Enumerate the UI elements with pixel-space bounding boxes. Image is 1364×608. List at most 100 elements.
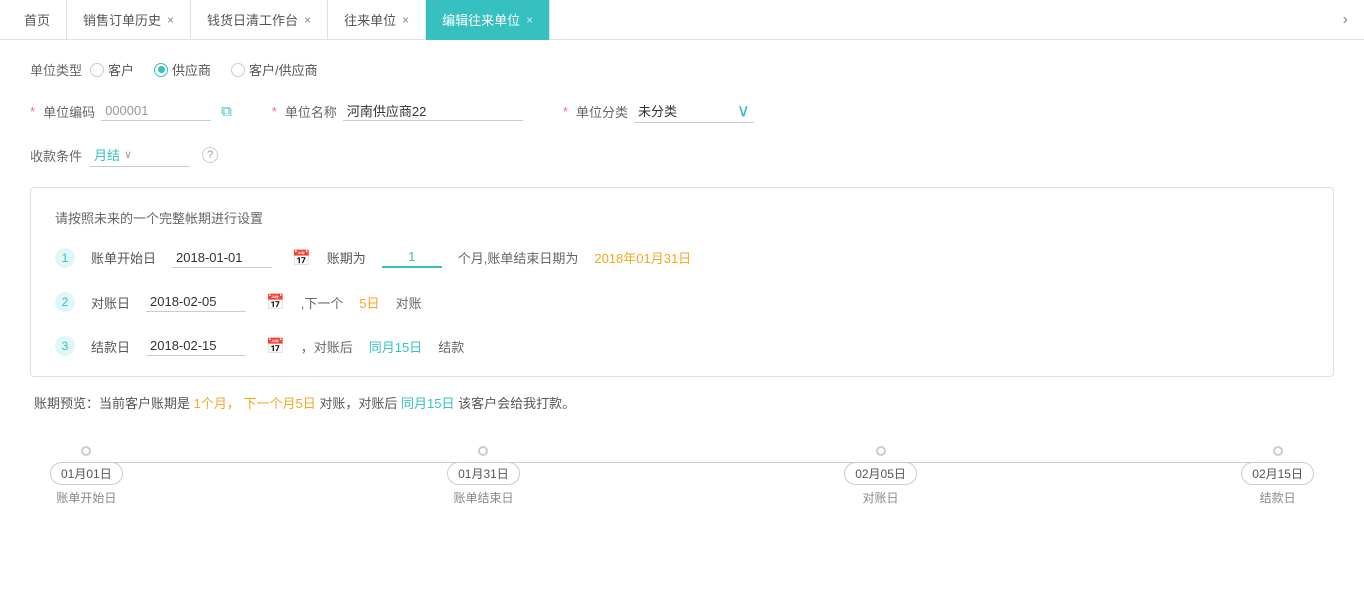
step-2-suffix3: 对账 [396, 293, 422, 312]
tab-cashflow[interactable]: 钱货日清工作台 × [191, 0, 328, 40]
tl-label-3: 对账日 [863, 489, 899, 506]
tab-home[interactable]: 首页 [8, 0, 67, 40]
payment-select[interactable]: 月结 ∨ [90, 143, 190, 167]
code-input[interactable] [101, 101, 211, 121]
timeline-point-1: 01月01日 账单开始日 [50, 446, 123, 506]
timeline-point-2: 01月31日 账单结束日 [447, 446, 520, 506]
step-1-period-input[interactable] [382, 247, 442, 268]
main-content: 单位类型 客户 供应商 客户/供应商 * 单位编码 ⧉ * 单位名称 [0, 40, 1364, 608]
step-3-suffix3: 结款 [438, 337, 464, 356]
tab-cashflow-label: 钱货日清工作台 [207, 10, 298, 29]
code-copy-icon[interactable]: ⧉ [221, 103, 232, 120]
tab-sales-order[interactable]: 销售订单历史 × [67, 0, 191, 40]
step-1-date-input[interactable] [172, 248, 272, 268]
radio-circle-supplier [154, 63, 168, 77]
payment-caret-icon: ∨ [124, 148, 132, 161]
tab-edit-partner[interactable]: 编辑往来单位 × [426, 0, 550, 40]
step-3-date-input[interactable] [146, 336, 246, 356]
tab-partner[interactable]: 往来单位 × [328, 0, 426, 40]
tl-label-1: 账单开始日 [56, 489, 116, 506]
close-partner[interactable]: × [402, 13, 409, 27]
step-num-2: 2 [55, 292, 75, 312]
step-1-period-label: 账期为 [327, 248, 366, 267]
name-required-star: * [272, 104, 277, 119]
radio-customer-label: 客户 [108, 60, 134, 79]
category-caret-icon: ∨ [737, 100, 750, 121]
name-input[interactable] [343, 101, 523, 121]
category-label: 单位分类 [576, 102, 628, 121]
unit-type-row: 单位类型 客户 供应商 客户/供应商 [30, 60, 1334, 79]
close-edit-partner[interactable]: × [526, 13, 533, 27]
tl-badge-1: 01月01日 [50, 462, 123, 485]
preview-part3: 同月15日 [401, 396, 454, 411]
tl-label-2: 账单结束日 [453, 489, 513, 506]
step-row-3: 3 结款日 📅 ，对账后 同月15日 结款 [55, 336, 1309, 356]
step-2-suffix1: ,下一个 [301, 293, 344, 312]
radio-both[interactable]: 客户/供应商 [231, 60, 318, 79]
tl-badge-4: 02月15日 [1241, 462, 1314, 485]
radio-circle-both [231, 63, 245, 77]
payment-value: 月结 [94, 145, 120, 164]
name-group: * 单位名称 [272, 101, 523, 121]
tl-badge-3: 02月05日 [844, 462, 917, 485]
code-name-category-row: * 单位编码 ⧉ * 单位名称 * 单位分类 未分类 ∨ [30, 99, 1334, 123]
timeline-point-3: 02月05日 对账日 [844, 446, 917, 506]
timeline-container: 01月01日 账单开始日 01月31日 账单结束日 02月05日 对账日 02月… [30, 436, 1334, 536]
code-required-star: * [30, 104, 35, 119]
close-cashflow[interactable]: × [304, 13, 311, 27]
preview-end: 该客户会给我打款。 [458, 396, 575, 411]
step-row-2: 2 对账日 📅 ,下一个 5日 对账 [55, 292, 1309, 312]
step-2-label: 对账日 [91, 293, 130, 312]
preview-mid: 对账，对账后 [319, 396, 397, 411]
step-1-suffix: 个月,账单结束日期为 [458, 248, 579, 267]
tabs-more-button[interactable]: › [1335, 11, 1356, 29]
tl-dot-2 [478, 446, 488, 456]
timeline-point-4: 02月15日 结款日 [1241, 446, 1314, 506]
close-sales-order[interactable]: × [167, 13, 174, 27]
step-row-1: 1 账单开始日 📅 账期为 个月,账单结束日期为 2018年01月31日 [55, 247, 1309, 268]
step-2-suffix2: 5日 [359, 293, 379, 312]
preview-part2: 下一个月5日 [244, 396, 316, 411]
tab-sales-order-label: 销售订单历史 [83, 10, 161, 29]
code-label: 单位编码 [43, 102, 95, 121]
tab-home-label: 首页 [24, 10, 50, 29]
payment-label: 收款条件 [30, 146, 82, 165]
preview-part1: 1个月， [194, 396, 240, 411]
payment-help-icon[interactable]: ? [202, 147, 218, 163]
radio-both-label: 客户/供应商 [249, 60, 318, 79]
name-label: 单位名称 [285, 102, 337, 121]
unit-type-label: 单位类型 [30, 60, 82, 79]
category-select[interactable]: 未分类 ∨ [634, 99, 754, 123]
step-num-1: 1 [55, 248, 75, 268]
timeline-line [60, 462, 1304, 463]
step-1-calendar-icon[interactable]: 📅 [292, 249, 311, 267]
tl-dot-4 [1273, 446, 1283, 456]
radio-supplier[interactable]: 供应商 [154, 60, 211, 79]
radio-supplier-label: 供应商 [172, 60, 211, 79]
radio-customer[interactable]: 客户 [90, 60, 134, 79]
step-1-end-date: 2018年01月31日 [594, 248, 691, 267]
category-required-star: * [563, 104, 568, 119]
radio-circle-customer [90, 63, 104, 77]
tl-dot-1 [81, 446, 91, 456]
timeline: 01月01日 账单开始日 01月31日 账单结束日 02月05日 对账日 02月… [50, 446, 1314, 506]
tab-edit-partner-label: 编辑往来单位 [442, 10, 520, 29]
payment-row: 收款条件 月结 ∨ ? [30, 143, 1334, 167]
step-3-suffix2: 同月15日 [369, 337, 422, 356]
tl-label-4: 结款日 [1260, 489, 1296, 506]
code-group: * 单位编码 ⧉ [30, 101, 232, 121]
step-2-calendar-icon[interactable]: 📅 [266, 293, 285, 311]
preview-text-row: 账期预览：当前客户账期是 1个月， 下一个月5日 对账，对账后 同月15日 该客… [30, 393, 1334, 412]
unit-type-radio-group: 客户 供应商 客户/供应商 [90, 60, 318, 79]
step-num-3: 3 [55, 336, 75, 356]
tl-dot-3 [876, 446, 886, 456]
step-3-calendar-icon[interactable]: 📅 [266, 337, 285, 355]
tab-partner-label: 往来单位 [344, 10, 396, 29]
step-2-date-input[interactable] [146, 292, 246, 312]
section-instruction: 请按照未来的一个完整帐期进行设置 [55, 208, 1309, 227]
category-value: 未分类 [638, 101, 677, 120]
step-1-label: 账单开始日 [91, 248, 156, 267]
period-section: 请按照未来的一个完整帐期进行设置 1 账单开始日 📅 账期为 个月,账单结束日期… [30, 187, 1334, 377]
category-group: * 单位分类 未分类 ∨ [563, 99, 754, 123]
tabs-bar: 首页 销售订单历史 × 钱货日清工作台 × 往来单位 × 编辑往来单位 × › [0, 0, 1364, 40]
